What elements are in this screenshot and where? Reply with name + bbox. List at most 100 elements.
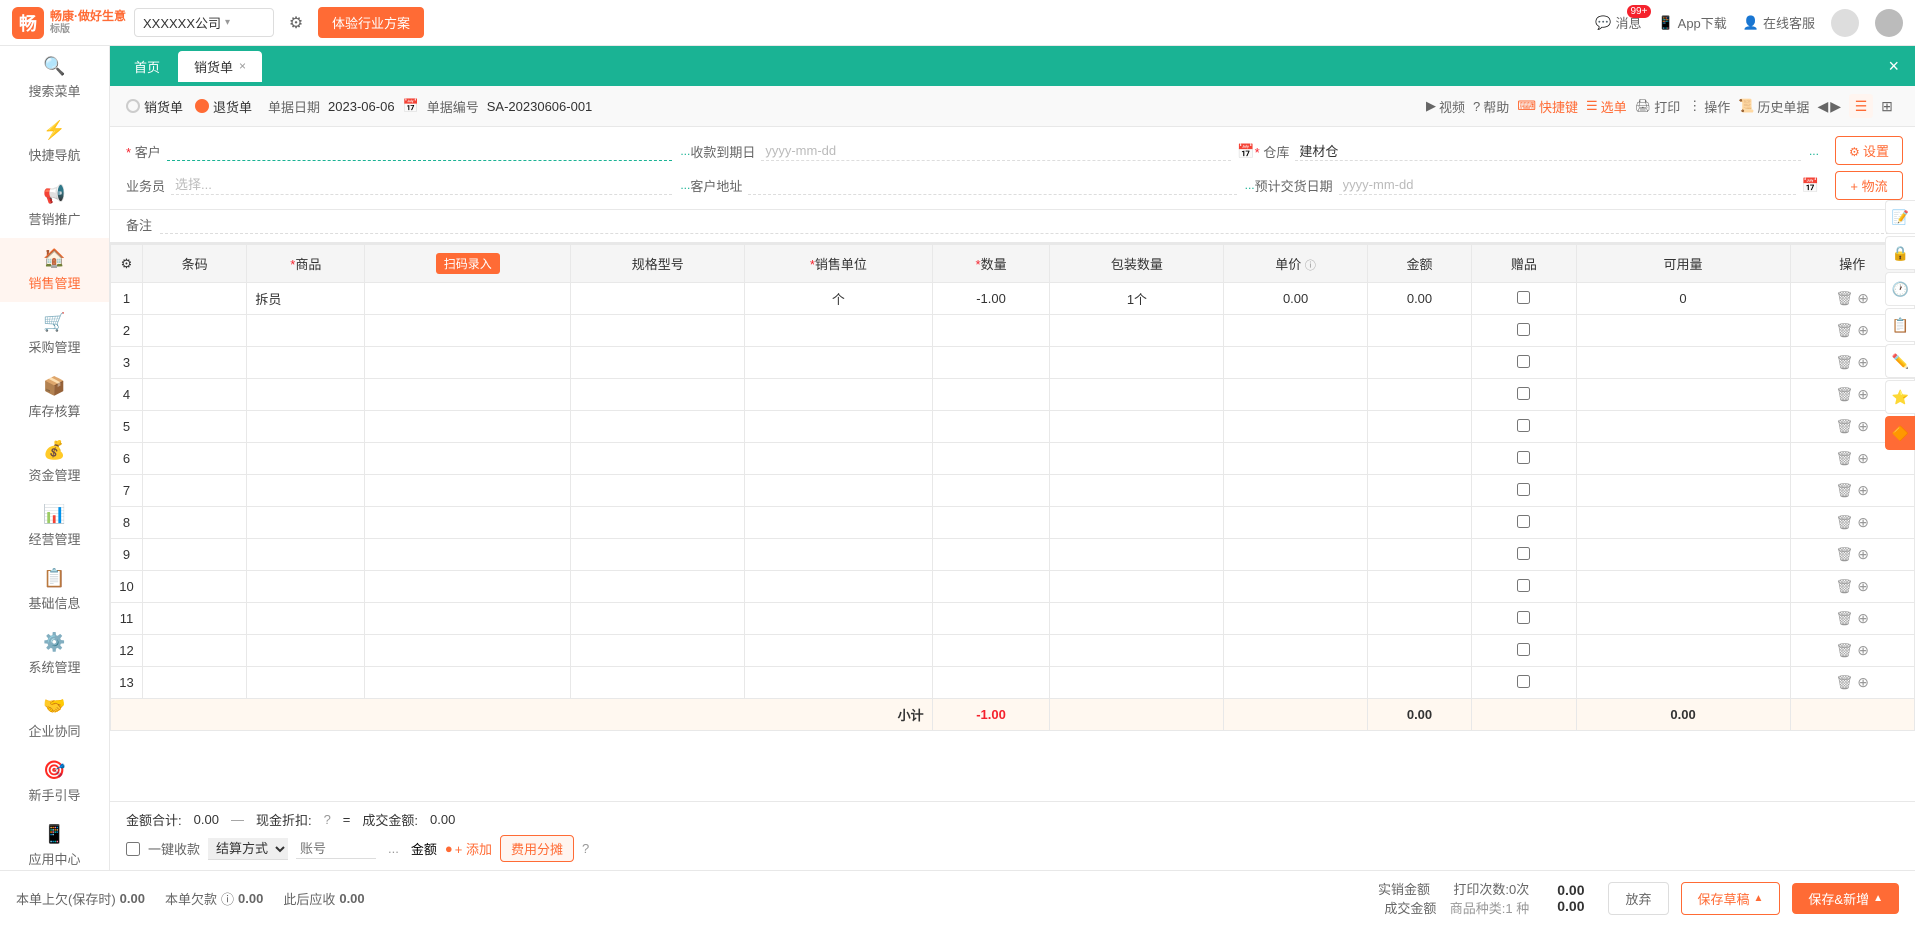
row-qty[interactable]: [932, 507, 1050, 539]
due-date-cal-icon[interactable]: 📅: [1237, 143, 1254, 160]
sidebar-item-funds[interactable]: 💰 资金管理: [0, 430, 109, 494]
row-product[interactable]: [247, 667, 365, 699]
row-barcode[interactable]: [143, 443, 247, 475]
grid-view-icon[interactable]: ⊞: [1875, 94, 1899, 118]
row-gift[interactable]: [1472, 635, 1576, 667]
choosedoc-tool[interactable]: ☰ 选单: [1586, 97, 1627, 116]
shortcut-tool[interactable]: ⌨ 快捷键: [1517, 97, 1578, 116]
row-product[interactable]: 拆员: [247, 283, 365, 315]
row-gift[interactable]: [1472, 443, 1576, 475]
row-spec[interactable]: [571, 347, 745, 379]
delete-row-icon[interactable]: 🗑: [1836, 610, 1854, 627]
sidebar-item-quicknav[interactable]: ⚡ 快捷导航: [0, 110, 109, 174]
row-pkg-qty[interactable]: [1050, 667, 1224, 699]
gift-checkbox[interactable]: [1517, 355, 1530, 368]
experience-button[interactable]: 体验行业方案: [318, 7, 424, 38]
row-unit[interactable]: [745, 635, 932, 667]
row-product[interactable]: [247, 411, 365, 443]
sidebar-item-guide[interactable]: 🎯 新手引导: [0, 750, 109, 814]
company-selector[interactable]: XXXXXX公司 ▾: [134, 8, 274, 37]
copy-row-icon[interactable]: ⊕: [1857, 610, 1869, 627]
expense-button[interactable]: 费用分摊: [500, 835, 574, 862]
row-qty[interactable]: [932, 667, 1050, 699]
next-arrow-icon[interactable]: ▶: [1830, 98, 1841, 115]
gift-checkbox[interactable]: [1517, 547, 1530, 560]
row-pkg-qty[interactable]: [1050, 475, 1224, 507]
row-spec[interactable]: [571, 603, 745, 635]
scan-button[interactable]: 扫码录入: [436, 253, 500, 274]
row-unit[interactable]: [745, 539, 932, 571]
copy-row-icon[interactable]: ⊕: [1857, 482, 1869, 499]
customer-input[interactable]: [167, 141, 673, 161]
gift-checkbox[interactable]: [1517, 675, 1530, 688]
delete-row-icon[interactable]: 🗑: [1836, 578, 1854, 595]
row-qty[interactable]: [932, 315, 1050, 347]
row-spec[interactable]: [571, 635, 745, 667]
row-product[interactable]: [247, 475, 365, 507]
row-qty[interactable]: [932, 539, 1050, 571]
row-qty[interactable]: [932, 443, 1050, 475]
copy-row-icon[interactable]: ⊕: [1857, 290, 1869, 307]
delete-row-icon[interactable]: 🗑: [1836, 418, 1854, 435]
row-pkg-qty[interactable]: [1050, 411, 1224, 443]
row-pkg-qty[interactable]: [1050, 379, 1224, 411]
sidebar-item-sales[interactable]: 🏠 销售管理: [0, 238, 109, 302]
copy-row-icon[interactable]: ⊕: [1857, 386, 1869, 403]
row-unit[interactable]: [745, 315, 932, 347]
tab-bar-close-icon[interactable]: ×: [1888, 56, 1907, 77]
row-amount[interactable]: [1367, 347, 1471, 379]
row-qty[interactable]: [932, 475, 1050, 507]
delete-row-icon[interactable]: 🗑: [1836, 482, 1854, 499]
copy-row-icon[interactable]: ⊕: [1857, 546, 1869, 563]
save-draft-button[interactable]: 保存草稿 ▲: [1681, 882, 1781, 915]
row-amount[interactable]: [1367, 571, 1471, 603]
row-amount[interactable]: [1367, 475, 1471, 507]
row-gift[interactable]: [1472, 347, 1576, 379]
row-spec[interactable]: [571, 315, 745, 347]
row-spec[interactable]: [571, 507, 745, 539]
tab-close-icon[interactable]: ×: [239, 59, 246, 73]
customer-addr-input[interactable]: [748, 175, 1236, 195]
expense-help-icon[interactable]: ?: [582, 841, 589, 856]
rfp-clock-btn[interactable]: 🕐: [1885, 272, 1915, 306]
delete-row-icon[interactable]: 🗑: [1836, 514, 1854, 531]
discount-help-icon[interactable]: ?: [324, 812, 331, 827]
row-gift[interactable]: [1472, 283, 1576, 315]
row-spec[interactable]: [571, 667, 745, 699]
radio-return[interactable]: 退货单: [195, 97, 252, 116]
gift-checkbox[interactable]: [1517, 643, 1530, 656]
row-price[interactable]: [1224, 443, 1367, 475]
row-pkg-qty[interactable]: [1050, 635, 1224, 667]
row-product[interactable]: [247, 347, 365, 379]
copy-row-icon[interactable]: ⊕: [1857, 642, 1869, 659]
row-unit[interactable]: [745, 347, 932, 379]
row-barcode[interactable]: [143, 539, 247, 571]
delete-row-icon[interactable]: 🗑: [1836, 450, 1854, 467]
row-gift[interactable]: [1472, 571, 1576, 603]
row-gift[interactable]: [1472, 475, 1576, 507]
sidebar-item-ops[interactable]: 📊 经营管理: [0, 494, 109, 558]
row-pkg-qty[interactable]: [1050, 603, 1224, 635]
row-unit[interactable]: [745, 443, 932, 475]
service-button[interactable]: 👤 在线客服: [1743, 13, 1815, 32]
row-barcode[interactable]: [143, 571, 247, 603]
gift-checkbox[interactable]: [1517, 611, 1530, 624]
row-gift[interactable]: [1472, 507, 1576, 539]
discard-button[interactable]: 放弃: [1608, 882, 1668, 915]
row-product[interactable]: [247, 603, 365, 635]
copy-row-icon[interactable]: ⊕: [1857, 354, 1869, 371]
row-product[interactable]: [247, 635, 365, 667]
gift-checkbox[interactable]: [1517, 323, 1530, 336]
row-unit[interactable]: [745, 379, 932, 411]
gift-checkbox[interactable]: [1517, 451, 1530, 464]
row-pkg-qty[interactable]: [1050, 443, 1224, 475]
sidebar-item-purchase[interactable]: 🛒 采购管理: [0, 302, 109, 366]
row-gift[interactable]: [1472, 379, 1576, 411]
row-pkg-qty[interactable]: [1050, 315, 1224, 347]
row-barcode[interactable]: [143, 411, 247, 443]
settings-icon[interactable]: ⚙: [282, 9, 310, 37]
row-unit[interactable]: 个: [745, 283, 932, 315]
delete-row-icon[interactable]: 🗑: [1836, 322, 1854, 339]
rfp-edit-btn[interactable]: ✏️: [1885, 344, 1915, 378]
ops-tool[interactable]: ⋮ 操作: [1688, 97, 1730, 116]
